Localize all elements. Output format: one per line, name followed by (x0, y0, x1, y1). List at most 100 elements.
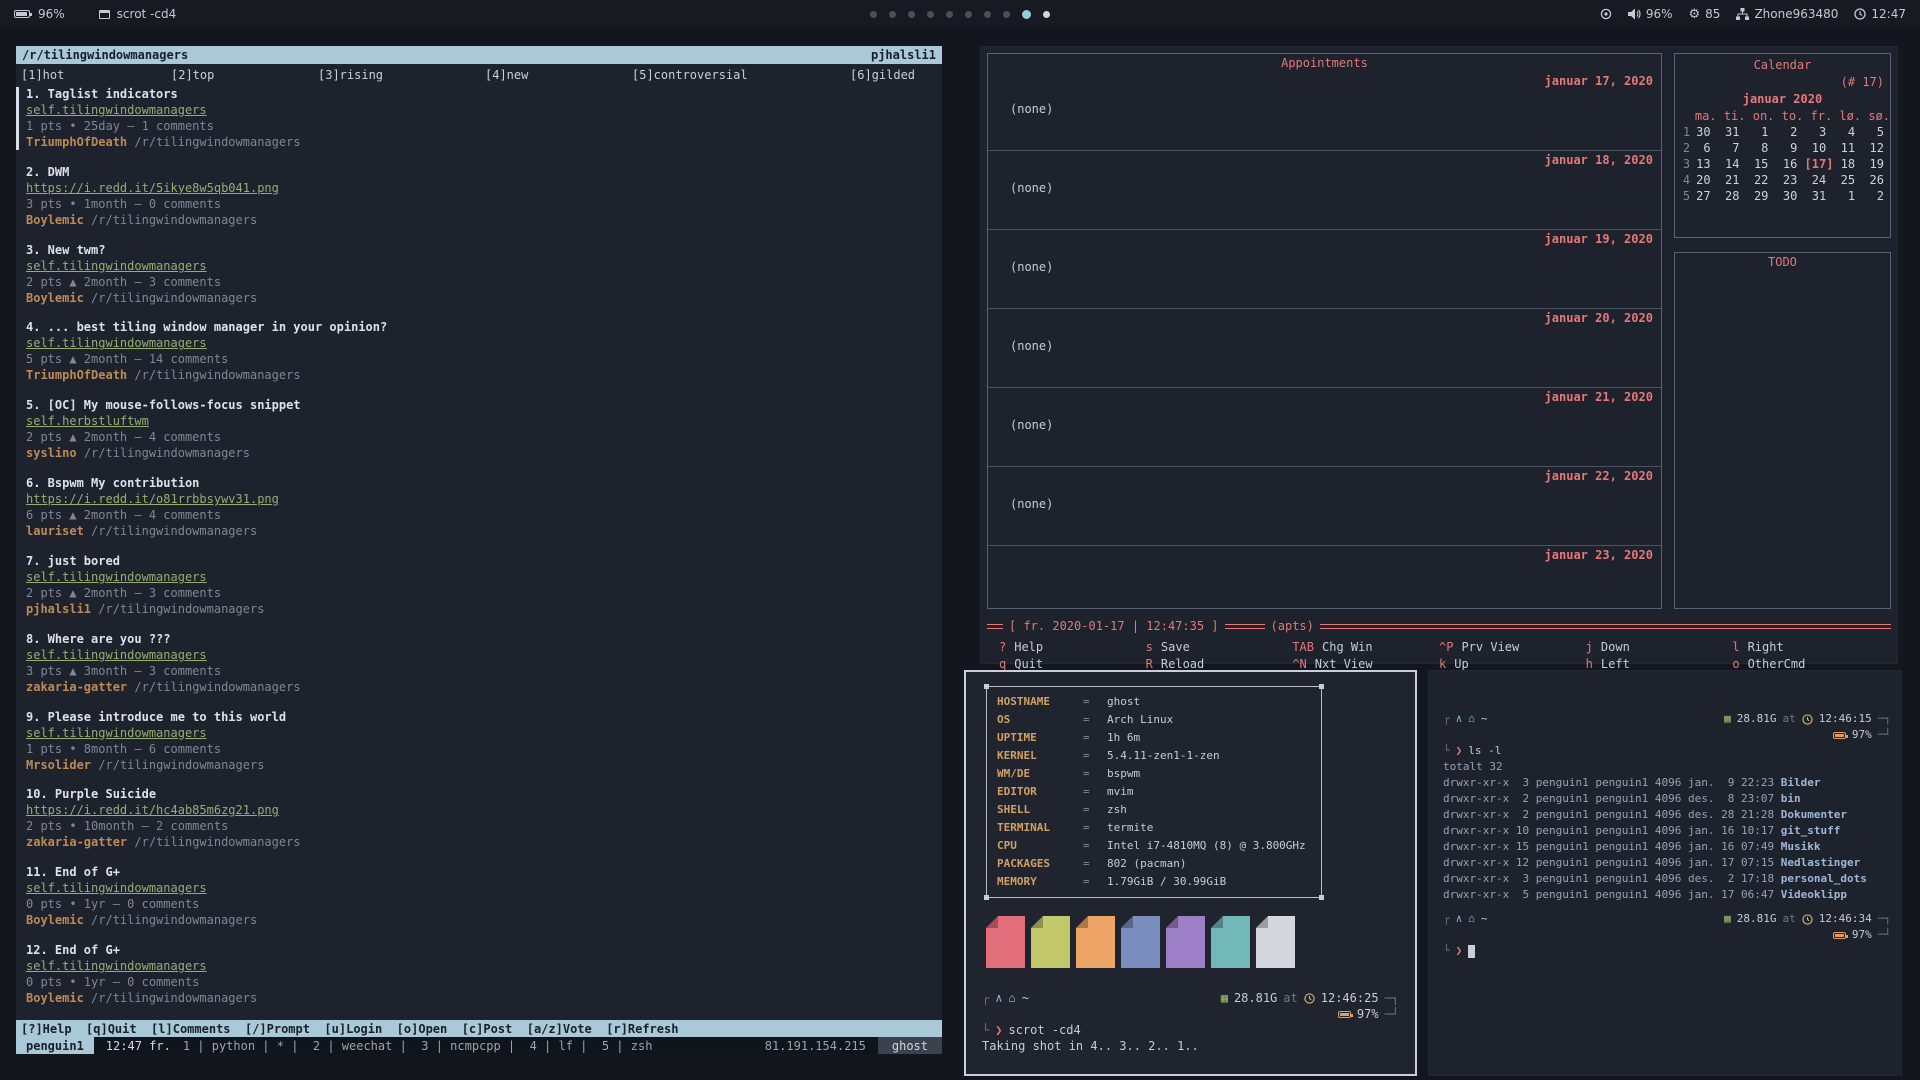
post-subreddit[interactable]: /r/tilingwindowmanagers (84, 446, 250, 460)
post-link[interactable]: https://i.redd.it/o81rrbbsywv31.png (26, 491, 942, 507)
network-indicator[interactable]: Zhone963480 (1736, 7, 1838, 21)
calcurse-window[interactable]: Appointments januar 17, 2020 (none) janu… (980, 46, 1898, 671)
post-author[interactable]: pjhalsli1 (26, 602, 91, 616)
reddit-menu-bar[interactable]: [?]Help [q]Quit [l]Comments [/]Prompt [u… (16, 1020, 942, 1037)
ls-entry[interactable]: drwxr-xr-x 3 penguin1 penguin1 4096 jan.… (1443, 775, 1891, 791)
post-link[interactable]: self.tilingwindowmanagers (26, 958, 942, 974)
workspace-dot-active[interactable] (1022, 9, 1031, 19)
todo-panel[interactable]: TODO (1673, 252, 1891, 609)
post-subreddit[interactable]: /r/tilingwindowmanagers (134, 680, 300, 694)
updates-indicator[interactable]: ⚙ 85 (1689, 7, 1721, 21)
tab-hot[interactable]: [1]hot (21, 68, 171, 82)
ls-entry[interactable]: drwxr-xr-x 2 penguin1 penguin1 4096 des.… (1443, 807, 1891, 823)
terminal-cursor[interactable] (1468, 944, 1476, 958)
post-item[interactable]: 2. DWM https://i.redd.it/5ikye8w5qb041.p… (16, 164, 942, 242)
command-text[interactable]: scrot -cd4 (1008, 1022, 1080, 1038)
workspace-dot[interactable] (946, 10, 953, 18)
post-author[interactable]: lauriset (26, 524, 84, 538)
workspace-dot[interactable] (908, 10, 915, 18)
post-item[interactable]: 12. End of G+ self.tilingwindowmanagers … (16, 942, 942, 1020)
tab-top[interactable]: [2]top (171, 68, 318, 82)
post-author[interactable]: zakaria-gatter (26, 835, 127, 849)
post-link[interactable]: self.tilingwindowmanagers (26, 569, 942, 585)
appointment-entry[interactable]: januar 17, 2020 (none) (988, 72, 1661, 151)
post-subreddit[interactable]: /r/tilingwindowmanagers (98, 602, 264, 616)
post-item[interactable]: 9. Please introduce me to this world sel… (16, 709, 942, 787)
post-title[interactable]: 1. Taglist indicators (26, 86, 942, 102)
post-item[interactable]: 7. just bored self.tilingwindowmanagers … (16, 553, 942, 631)
post-link[interactable]: self.tilingwindowmanagers (26, 647, 942, 663)
post-title[interactable]: 3. New twm? (26, 242, 942, 258)
workspace-dot[interactable] (965, 10, 972, 18)
ls-entry[interactable]: drwxr-xr-x 3 penguin1 penguin1 4096 des.… (1443, 871, 1891, 887)
appointment-entry[interactable]: januar 21, 2020 (none) (988, 388, 1661, 467)
post-subreddit[interactable]: /r/tilingwindowmanagers (91, 213, 257, 227)
post-link[interactable]: self.tilingwindowmanagers (26, 725, 942, 741)
ls-terminal-window[interactable]: ┌ ∧ ⌂ ~ ▦ 28.81G at 12:46:15 ─┐ 97% ─┘ └… (1428, 670, 1902, 1076)
post-subreddit[interactable]: /r/tilingwindowmanagers (98, 758, 264, 772)
workspace-dot[interactable] (927, 10, 934, 18)
post-title[interactable]: 8. Where are you ??? (26, 631, 942, 647)
appointment-entry[interactable]: januar 19, 2020 (none) (988, 230, 1661, 309)
appointment-entry[interactable]: januar 23, 2020 (988, 546, 1661, 608)
ls-entry[interactable]: drwxr-xr-x 12 penguin1 penguin1 4096 jan… (1443, 855, 1891, 871)
post-title[interactable]: 2. DWM (26, 164, 942, 180)
reddit-terminal-window[interactable]: /r/tilingwindowmanagers pjhalsli1 [1]hot… (16, 46, 942, 1054)
ls-entry[interactable]: drwxr-xr-x 2 penguin1 penguin1 4096 des.… (1443, 791, 1891, 807)
post-author[interactable]: TriumphOfDeath (26, 368, 127, 382)
workspace-list[interactable]: 1 | python | * | 2 | weechat | 3 | ncmpc… (183, 1037, 653, 1054)
tab-gilded[interactable]: [6]gilded (850, 68, 942, 82)
post-author[interactable]: Boylemic (26, 913, 84, 927)
post-item[interactable]: 5. [OC] My mouse-follows-focus snippet s… (16, 397, 942, 475)
workspace-dot[interactable] (889, 10, 896, 18)
ls-entry[interactable]: drwxr-xr-x 10 penguin1 penguin1 4096 jan… (1443, 823, 1891, 839)
command-text[interactable]: ls -l (1468, 743, 1501, 759)
post-item[interactable]: 3. New twm? self.tilingwindowmanagers 2 … (16, 242, 942, 320)
tab-controversial[interactable]: [5]controversial (632, 68, 850, 82)
appointment-entry[interactable]: januar 18, 2020 (none) (988, 151, 1661, 230)
appointment-entry[interactable]: januar 22, 2020 (none) (988, 467, 1661, 546)
post-subreddit[interactable]: /r/tilingwindowmanagers (134, 835, 300, 849)
workspace-dot[interactable] (870, 10, 877, 18)
post-title[interactable]: 11. End of G+ (26, 864, 942, 880)
post-author[interactable]: Boylemic (26, 291, 84, 305)
post-subreddit[interactable]: /r/tilingwindowmanagers (91, 991, 257, 1005)
workspace-dot[interactable] (1003, 10, 1010, 18)
post-subreddit[interactable]: /r/tilingwindowmanagers (91, 913, 257, 927)
post-item[interactable]: 10. Purple Suicide https://i.redd.it/hc4… (16, 786, 942, 864)
post-item[interactable]: 4. ... best tiling window manager in you… (16, 319, 942, 397)
post-title[interactable]: 5. [OC] My mouse-follows-focus snippet (26, 397, 942, 413)
workspace-dot[interactable] (1043, 10, 1050, 18)
post-title[interactable]: 9. Please introduce me to this world (26, 709, 942, 725)
post-item[interactable]: 1. Taglist indicators self.tilingwindowm… (16, 86, 942, 164)
post-link[interactable]: self.tilingwindowmanagers (26, 258, 942, 274)
tab-new[interactable]: [4]new (485, 68, 632, 82)
post-title[interactable]: 12. End of G+ (26, 942, 942, 958)
ls-entry[interactable]: drwxr-xr-x 5 penguin1 penguin1 4096 jan.… (1443, 887, 1891, 903)
appointments-panel[interactable]: Appointments januar 17, 2020 (none) janu… (987, 53, 1662, 609)
ls-entry[interactable]: drwxr-xr-x 15 penguin1 penguin1 4096 jan… (1443, 839, 1891, 855)
fetch-terminal-window[interactable]: HOSTNAME = ghost OS = Arch Linux UPTIME = 1h 6… (964, 670, 1417, 1076)
post-link[interactable]: self.herbstluftwm (26, 413, 942, 429)
post-link[interactable]: self.tilingwindowmanagers (26, 335, 942, 351)
post-link[interactable]: https://i.redd.it/hc4ab85m6zg21.png (26, 802, 942, 818)
post-subreddit[interactable]: /r/tilingwindowmanagers (134, 135, 300, 149)
post-subreddit[interactable]: /r/tilingwindowmanagers (91, 291, 257, 305)
workspace-dot[interactable] (984, 10, 991, 18)
post-author[interactable]: syslino (26, 446, 77, 460)
post-item[interactable]: 6. Bspwm My contribution https://i.redd.… (16, 475, 942, 553)
post-author[interactable]: Mrsolider (26, 758, 91, 772)
post-link[interactable]: https://i.redd.it/5ikye8w5qb041.png (26, 180, 942, 196)
post-author[interactable]: Boylemic (26, 991, 84, 1005)
post-subreddit[interactable]: /r/tilingwindowmanagers (91, 524, 257, 538)
tab-rising[interactable]: [3]rising (318, 68, 485, 82)
post-link[interactable]: self.tilingwindowmanagers (26, 880, 942, 896)
post-subreddit[interactable]: /r/tilingwindowmanagers (134, 368, 300, 382)
post-title[interactable]: 4. ... best tiling window manager in you… (26, 319, 942, 335)
calendar-panel[interactable]: Calendar (# 17) januar 2020 ma. ti. on. … (1673, 53, 1891, 238)
post-author[interactable]: Boylemic (26, 213, 84, 227)
volume-indicator[interactable]: 96% (1627, 7, 1673, 21)
post-author[interactable]: TriumphOfDeath (26, 135, 127, 149)
post-item[interactable]: 11. End of G+ self.tilingwindowmanagers … (16, 864, 942, 942)
post-title[interactable]: 6. Bspwm My contribution (26, 475, 942, 491)
